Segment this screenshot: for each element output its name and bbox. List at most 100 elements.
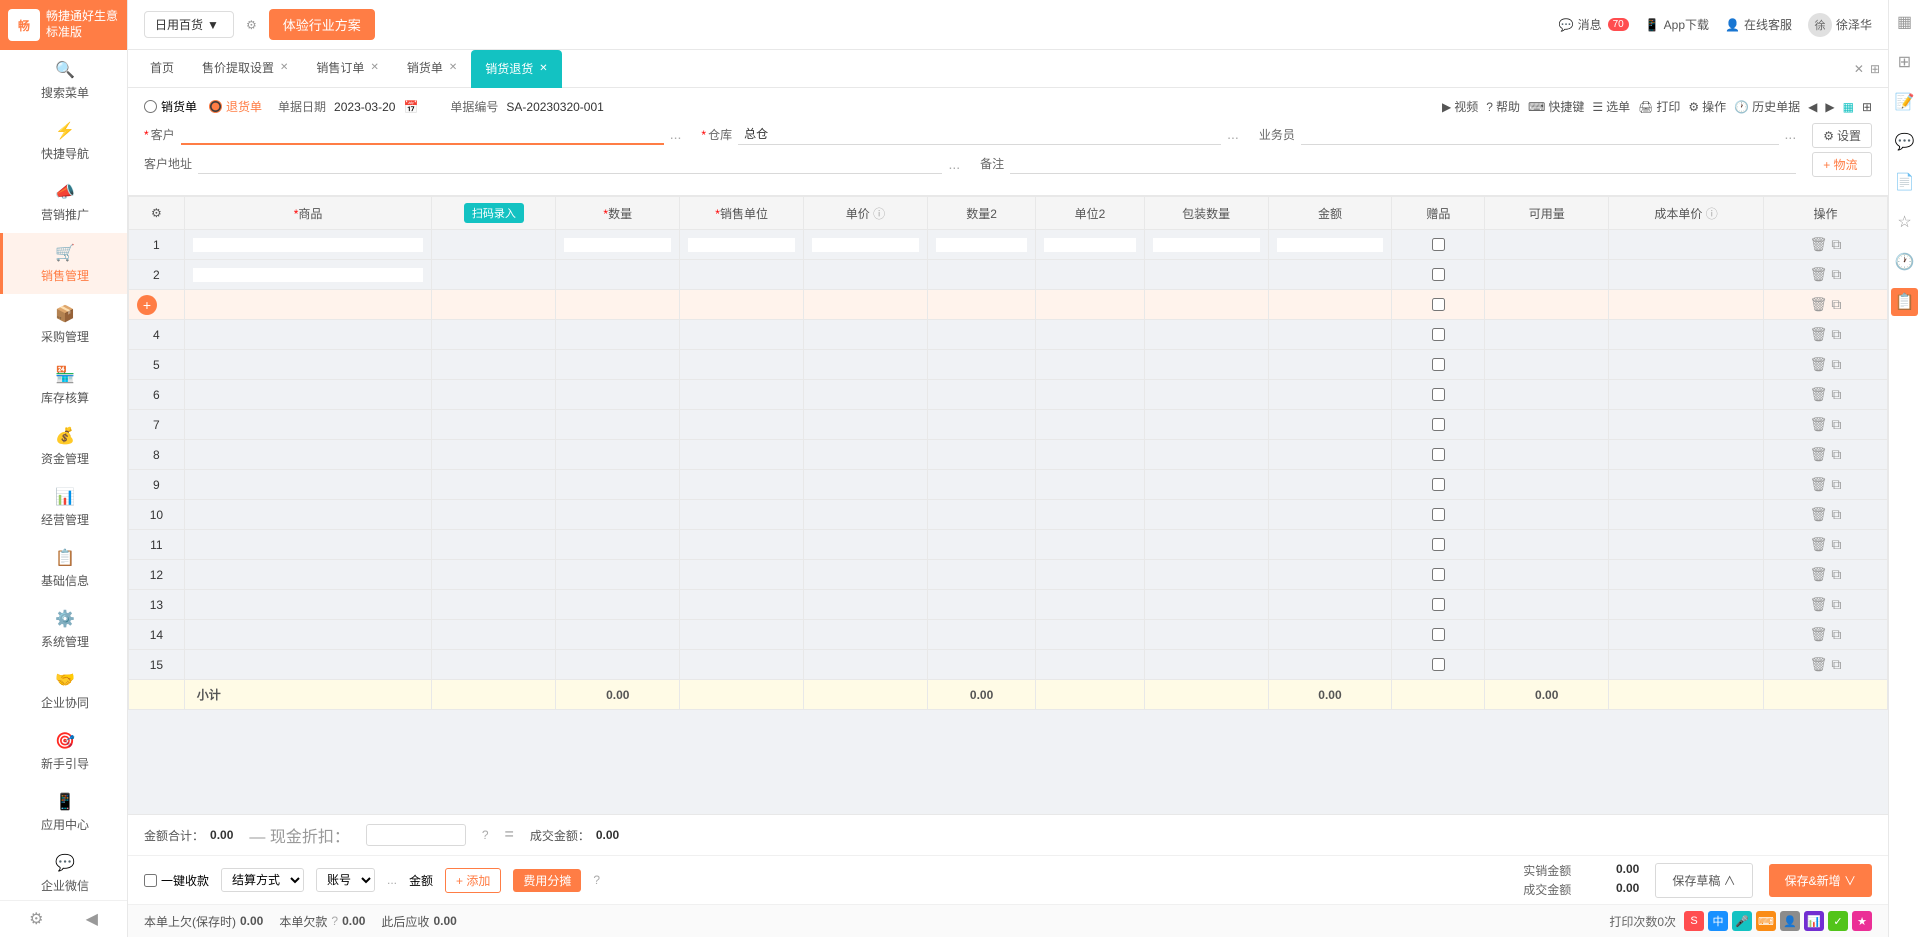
help-btn[interactable]: ? 帮助 <box>1486 98 1520 115</box>
delete-row-btn[interactable]: 🗑 <box>1810 536 1828 553</box>
rs-item-star[interactable]: ☆ <box>1893 208 1915 236</box>
nav-select[interactable]: 日用百货 ▼ <box>144 11 234 38</box>
tab-price-setting[interactable]: 售价提取设置 ✕ <box>188 50 302 88</box>
rs-item-action[interactable]: 📋 <box>1891 288 1919 316</box>
quantity-input[interactable] <box>564 238 671 252</box>
rs-item-history[interactable]: 🕐 <box>1891 248 1919 276</box>
tab-sales-order[interactable]: 销售订单 ✕ <box>302 50 392 88</box>
staff-dots-btn[interactable]: ... <box>1785 126 1797 142</box>
tab-sales[interactable]: 销货单 ✕ <box>393 50 471 88</box>
tab-sales-return[interactable]: 销货退货 ✕ <box>471 50 561 88</box>
copy-row-btn[interactable]: ⧉ <box>1831 656 1841 673</box>
gift-checkbox[interactable] <box>1432 568 1445 581</box>
sidebar-item-wechat[interactable]: 💬 企业微信 <box>0 843 127 900</box>
nav-next-icon[interactable]: ▶ <box>1825 100 1834 114</box>
product-input[interactable] <box>193 238 424 252</box>
delete-row-btn[interactable]: 🗑 <box>1810 296 1828 313</box>
delete-row-btn[interactable]: 🗑 <box>1810 266 1828 283</box>
sidebar-item-operations[interactable]: 📊 经营管理 <box>0 477 127 538</box>
copy-row-btn[interactable]: ⧉ <box>1831 476 1841 493</box>
rs-item-file[interactable]: 📄 <box>1891 168 1919 196</box>
sidebar-item-basic-info[interactable]: 📋 基础信息 <box>0 538 127 599</box>
rs-item-chat[interactable]: 💬 <box>1891 128 1919 156</box>
account-select[interactable]: 账号 <box>316 868 375 892</box>
rs-item-grid2[interactable]: ⊞ <box>1894 48 1915 76</box>
tool-icon-mic[interactable]: 🎤 <box>1732 911 1752 931</box>
calc-method-select[interactable]: 结算方式 <box>221 868 304 892</box>
sidebar-item-sales[interactable]: 🛒 销售管理 <box>0 233 127 294</box>
close-tab-sales-order[interactable]: ✕ <box>370 62 378 73</box>
gift-checkbox[interactable] <box>1432 478 1445 491</box>
copy-row-btn[interactable]: ⧉ <box>1831 386 1841 403</box>
delete-row-btn[interactable]: 🗑 <box>1810 416 1828 433</box>
copy-row-btn[interactable]: ⧉ <box>1831 626 1841 643</box>
maximize-icon[interactable]: ⊞ <box>1870 62 1880 76</box>
warehouse-dots-btn[interactable]: ... <box>1227 126 1239 142</box>
add-amount-button[interactable]: + 添加 <box>445 868 501 893</box>
sidebar-item-search[interactable]: 🔍 搜索菜单 <box>0 50 127 111</box>
sidebar-item-enterprise[interactable]: 🤝 企业协同 <box>0 660 127 721</box>
gift-checkbox[interactable] <box>1432 658 1445 671</box>
add-row-button[interactable]: + <box>137 295 157 315</box>
staff-input[interactable] <box>1301 124 1779 145</box>
sidebar-item-finance[interactable]: 💰 资金管理 <box>0 416 127 477</box>
copy-row-btn[interactable]: ⧉ <box>1831 326 1841 343</box>
product-input-active[interactable] <box>193 298 424 312</box>
tool-icon-star[interactable]: ★ <box>1852 911 1872 931</box>
sidebar-item-system[interactable]: ⚙️ 系统管理 <box>0 599 127 660</box>
delete-row-btn[interactable]: 🗑 <box>1810 386 1828 403</box>
help-icon-payment[interactable]: ? <box>593 873 600 887</box>
info-icon-price[interactable]: ⓘ <box>873 207 885 221</box>
nav-prev-icon[interactable]: ◀ <box>1808 100 1817 114</box>
remark-input[interactable] <box>1010 153 1796 174</box>
delete-row-btn[interactable]: 🗑 <box>1810 236 1828 253</box>
delete-row-btn[interactable]: 🗑 <box>1810 566 1828 583</box>
copy-row-btn[interactable]: ⧉ <box>1831 596 1841 613</box>
delete-row-btn[interactable]: 🗑 <box>1810 446 1828 463</box>
copy-row-btn[interactable]: ⧉ <box>1831 446 1841 463</box>
history-btn[interactable]: 🕐 历史单据 <box>1734 98 1800 115</box>
shortcut-btn[interactable]: ⌨ 快捷键 <box>1528 98 1584 115</box>
copy-row-btn[interactable]: ⧉ <box>1831 356 1841 373</box>
gift-checkbox[interactable] <box>1432 238 1445 251</box>
tool-icon-person[interactable]: 👤 <box>1780 911 1800 931</box>
experience-button[interactable]: 体验行业方案 <box>269 9 375 40</box>
copy-row-btn[interactable]: ⧉ <box>1831 566 1841 583</box>
delete-row-btn[interactable]: 🗑 <box>1810 656 1828 673</box>
add-flow-button[interactable]: + 物流 <box>1812 152 1872 177</box>
settings-button[interactable]: ⚙ 设置 <box>1812 123 1872 148</box>
gift-checkbox[interactable] <box>1432 418 1445 431</box>
gift-checkbox[interactable] <box>1432 448 1445 461</box>
online-service-item[interactable]: 👤 在线客服 <box>1725 16 1792 33</box>
help-icon-calc[interactable]: ? <box>482 828 489 842</box>
copy-row-btn[interactable]: ⧉ <box>1831 416 1841 433</box>
sidebar-item-quick-nav[interactable]: ⚡ 快捷导航 <box>0 111 127 172</box>
discount-input[interactable] <box>366 824 466 846</box>
unit-input[interactable] <box>688 238 795 252</box>
app-download-item[interactable]: 📱 App下载 <box>1645 16 1709 33</box>
gift-checkbox[interactable] <box>1432 328 1445 341</box>
copy-row-btn[interactable]: ⧉ <box>1831 296 1841 313</box>
select-btn[interactable]: ☰ 选单 <box>1592 98 1630 115</box>
customer-input[interactable] <box>181 123 664 145</box>
gift-checkbox[interactable] <box>1432 538 1445 551</box>
gear-icon[interactable]: ⚙ <box>246 18 257 32</box>
gift-checkbox[interactable] <box>1432 388 1445 401</box>
save-new-button[interactable]: 保存&新增 ∨ <box>1769 864 1872 897</box>
info-icon-cost[interactable]: ⓘ <box>1706 207 1718 221</box>
account-dots-btn[interactable]: ... <box>387 873 397 887</box>
close-all-tabs-icon[interactable]: ✕ <box>1854 62 1864 76</box>
copy-row-btn[interactable]: ⧉ <box>1831 506 1841 523</box>
copy-row-btn[interactable]: ⧉ <box>1831 236 1841 253</box>
close-tab-sales[interactable]: ✕ <box>449 62 457 73</box>
copy-row-btn[interactable]: ⧉ <box>1831 536 1841 553</box>
video-btn[interactable]: ▶ 视频 <box>1442 98 1478 115</box>
th-gear[interactable]: ⚙ <box>129 197 185 230</box>
product-cell[interactable] <box>184 230 432 260</box>
radio-sales[interactable]: 销货单 <box>144 98 197 115</box>
radio-return[interactable]: 退货单 <box>209 98 262 115</box>
gift-checkbox[interactable] <box>1432 268 1445 281</box>
sidebar-item-purchase[interactable]: 📦 采购管理 <box>0 294 127 355</box>
delete-row-btn[interactable]: 🗑 <box>1810 356 1828 373</box>
tool-icon-check[interactable]: ✓ <box>1828 911 1848 931</box>
